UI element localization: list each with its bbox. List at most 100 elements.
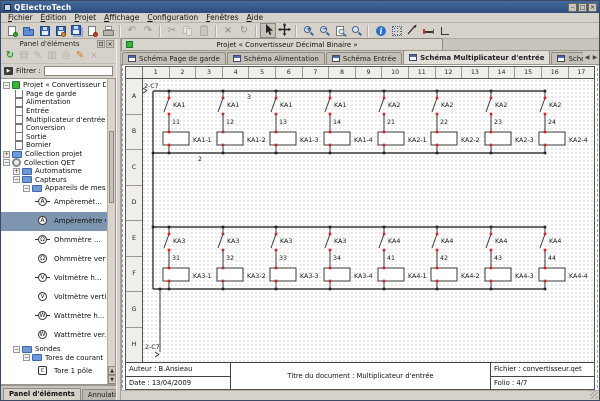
tree-item[interactable]: Multiplicateur d'entrée [1,115,115,124]
schema-tab[interactable]: Schéma Entrée [326,52,402,64]
project-tab[interactable]: Projet « Convertisseur Décimal Binaire » [121,38,443,50]
wire[interactable] [143,91,147,94]
rotate-button[interactable]: ↻ [236,23,252,38]
tree-item[interactable]: WWattmètre h... [1,307,115,326]
menu-edition[interactable]: Édition [37,13,71,22]
wire[interactable] [155,352,159,355]
tab-scroll-left-icon[interactable]: ◀ [583,52,591,64]
tree-item[interactable]: WWattmètre ver... [1,326,115,345]
menu-projet[interactable]: Projet [71,13,101,22]
add-text-button[interactable] [404,23,420,38]
tree-item[interactable]: CTore 1 pôle [1,362,115,381]
tree-item[interactable]: Entrée [1,107,115,116]
duplicate-element-button[interactable]: ▥ [45,50,59,63]
new-element-button[interactable]: ▤ [17,50,31,63]
schematic-area[interactable]: 2-C7KA111KA1-1KA112KA1-2KA113KA1-3KA114K… [143,79,594,362]
wire[interactable] [325,234,330,248]
expand-icon[interactable]: + [13,168,20,175]
collapse-icon[interactable]: − [13,176,20,183]
relay-coil[interactable] [431,132,457,145]
wire[interactable] [540,98,545,112]
wire[interactable] [379,98,384,112]
edit-element-button[interactable]: ✎ [31,50,45,63]
relay-coil[interactable] [539,132,565,145]
resize-grip[interactable] [590,391,598,399]
collapse-icon[interactable]: − [3,82,10,89]
window-titlebar[interactable]: QElectroTech – □ × [1,1,599,13]
wire[interactable] [164,98,169,112]
tree-item[interactable]: VVoltmètre h... [1,269,115,288]
tree-item[interactable]: ΩOhmmètre ... [1,231,115,250]
tree-item[interactable]: AAmpèremètre v... [1,212,115,231]
tree-item[interactable]: Page de garde [1,90,115,99]
zoom-in-button[interactable]: + [300,23,316,38]
wire[interactable] [218,98,223,112]
collapse-icon[interactable]: − [23,354,30,361]
cut-button[interactable]: ✂ [164,23,180,38]
menu-configuration[interactable]: Configuration [143,13,202,22]
edit-category-button[interactable]: ✎ [73,50,87,63]
relay-coil[interactable] [217,132,243,145]
tree-item[interactable]: Conversion [1,124,115,133]
wire[interactable] [155,355,159,358]
tree-item[interactable]: +Collection projet [1,150,115,159]
tree-item[interactable]: Alimentation [1,98,115,107]
elements-panel-titlebar[interactable]: Panel d'éléments ⊡ × [1,39,116,49]
wire[interactable] [540,234,545,248]
paste-button[interactable] [196,23,212,38]
tab-scroll-right-icon[interactable]: ▶ [591,52,599,64]
tree-item[interactable]: −Projet « Convertisseur Déci... [1,81,115,90]
select-mode-button[interactable] [260,23,276,38]
scroll-down-icon[interactable]: ▼ [108,375,116,384]
save-as-button[interactable] [52,23,68,38]
dock-tab-paneldelements[interactable]: Panel d'éléments [3,388,81,400]
save-all-button[interactable] [68,23,84,38]
wire[interactable] [325,98,330,112]
schema-tab[interactable]: Schéma Page de garde [122,52,226,64]
relay-coil[interactable] [217,268,243,281]
tree-scrollbar[interactable]: ▲▼ [107,79,115,384]
scrollbar-thumb[interactable] [109,131,114,203]
menu-aide[interactable]: Aide [242,13,267,22]
save-button[interactable] [36,23,52,38]
diagram-grid-button[interactable] [388,23,404,38]
redo-button[interactable]: ↷ [140,23,156,38]
relay-coil[interactable] [378,132,404,145]
relay-coil[interactable] [539,268,565,281]
collapse-icon[interactable]: − [13,346,20,353]
copy-button[interactable] [180,23,196,38]
tree-item[interactable]: AAmpèremèt... [1,193,115,212]
diagram-info-button[interactable]: i [372,23,388,38]
add-conductor-button[interactable] [420,23,436,38]
wire[interactable] [218,234,223,248]
wire[interactable] [271,98,276,112]
wire[interactable] [432,234,437,248]
relay-coil[interactable] [431,268,457,281]
wire[interactable] [379,234,384,248]
close-project-button[interactable] [84,23,100,38]
schema-tab[interactable]: Schéma Alimentation [227,52,325,64]
relay-coil[interactable] [485,132,511,145]
wire[interactable] [486,234,491,248]
wire[interactable] [271,234,276,248]
scroll-up-icon[interactable]: ▲ [108,366,116,375]
relay-coil[interactable] [485,268,511,281]
menu-fichier[interactable]: Fichier [4,13,37,22]
tree-item[interactable]: ΩOhmmètre vert... [1,250,115,269]
close-panel-icon[interactable]: × [106,40,114,48]
tree-item[interactable]: −Collection QET [1,158,115,167]
tree-item[interactable]: VVoltmètre vertical [1,288,115,307]
relay-coil[interactable] [270,268,296,281]
tree-item[interactable]: Bornier [1,141,115,150]
menu-fenetres[interactable]: Fenêtres [202,13,242,22]
filter-input[interactable] [44,66,113,76]
pan-mode-button[interactable] [276,23,292,38]
new-diagram-button[interactable] [4,23,20,38]
collapse-icon[interactable]: − [3,159,10,166]
relay-coil[interactable] [378,268,404,281]
float-panel-icon[interactable]: ⊡ [97,40,105,48]
undo-button[interactable]: ↶ [124,23,140,38]
open-project-button[interactable] [20,23,36,38]
wire[interactable] [164,234,169,248]
expand-icon[interactable]: + [3,151,10,158]
